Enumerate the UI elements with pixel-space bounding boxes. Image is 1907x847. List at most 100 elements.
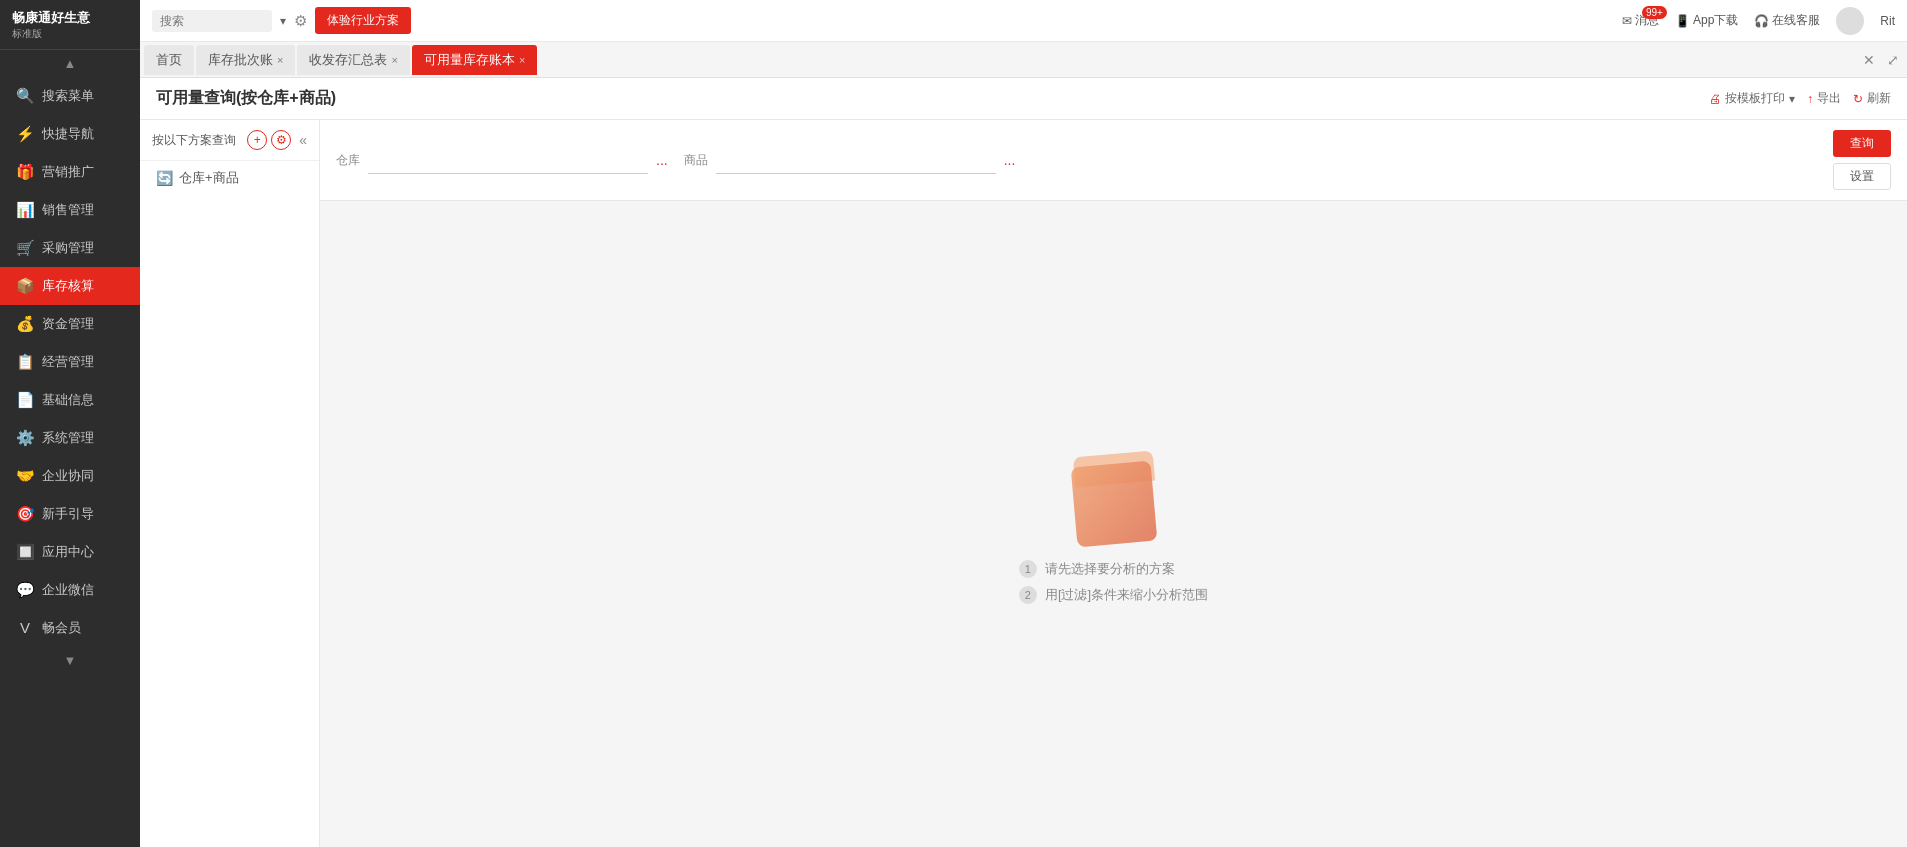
sidebar-item-finance[interactable]: 💰 资金管理 xyxy=(0,305,140,343)
tab-stock-summary-close[interactable]: × xyxy=(391,54,397,66)
print-icon: 🖨 xyxy=(1709,92,1721,106)
message-button[interactable]: ✉ 消息 99+ xyxy=(1622,12,1659,29)
empty-hint-1: 1 请先选择要分析的方案 xyxy=(1019,560,1208,578)
product-filter: 商品 ... xyxy=(684,146,1016,174)
wechat-icon: 💬 xyxy=(16,581,34,599)
sidebar-item-nav[interactable]: ⚡ 快捷导航 xyxy=(0,115,140,153)
trial-button[interactable]: 体验行业方案 xyxy=(315,7,411,34)
sidebar-scroll-up[interactable]: ▲ xyxy=(0,50,140,77)
refresh-button[interactable]: ↻ 刷新 xyxy=(1853,90,1891,107)
left-panel-header: 按以下方案查询 + ⚙ « xyxy=(140,120,319,161)
add-scheme-button[interactable]: + xyxy=(247,130,267,150)
sidebar-item-label: 系统管理 xyxy=(42,429,94,447)
tab-available-inventory[interactable]: 可用量库存账本 × xyxy=(412,45,537,75)
sidebar-item-label: 新手引导 xyxy=(42,505,94,523)
filter-row: 仓库 ... 商品 ... 查询 设置 xyxy=(320,120,1907,201)
sidebar-item-label: 销售管理 xyxy=(42,201,94,219)
sidebar-logo: 畅康通好生意 标准版 xyxy=(0,0,140,50)
hint-text-1: 请先选择要分析的方案 xyxy=(1045,560,1175,578)
warehouse-more-icon[interactable]: ... xyxy=(656,152,668,168)
sidebar-scroll: ▲ 🔍 搜索菜单 ⚡ 快捷导航 🎁 营销推广 📊 销售管理 🛒 采购管理 📦 库… xyxy=(0,50,140,847)
settings-scheme-button[interactable]: ⚙ xyxy=(271,130,291,150)
page-title: 可用量查询(按仓库+商品) xyxy=(156,88,336,109)
sidebar-item-management[interactable]: 📋 经营管理 xyxy=(0,343,140,381)
topbar-right: ✉ 消息 99+ 📱 App下载 🎧 在线客服 Rit xyxy=(1622,7,1895,35)
content-area: 按以下方案查询 + ⚙ « 🔄 仓库+商品 仓库 ... xyxy=(140,120,1907,847)
hint-text-2: 用[过滤]条件来缩小分析范围 xyxy=(1045,586,1208,604)
export-button[interactable]: ↑ 导出 xyxy=(1807,90,1841,107)
sidebar-item-marketing[interactable]: 🎁 营销推广 xyxy=(0,153,140,191)
maximize-window-icon[interactable]: ⤢ xyxy=(1883,50,1903,70)
mobile-icon: 📱 xyxy=(1675,14,1690,28)
query-button[interactable]: 查询 xyxy=(1833,130,1891,157)
sidebar-item-inventory[interactable]: 📦 库存核算 xyxy=(0,267,140,305)
print-button[interactable]: 🖨 按模板打印 ▾ xyxy=(1709,90,1795,107)
product-input[interactable] xyxy=(716,146,996,174)
close-window-icon[interactable]: ✕ xyxy=(1859,50,1879,70)
tabs-bar: 首页 库存批次账 × 收发存汇总表 × 可用量库存账本 × ✕ ⤢ xyxy=(140,42,1907,78)
cart-icon: 🛒 xyxy=(16,239,34,257)
tab-inventory-batch-close[interactable]: × xyxy=(277,54,283,66)
left-panel-title: 按以下方案查询 xyxy=(152,132,239,149)
sidebar-scroll-down[interactable]: ▼ xyxy=(0,647,140,674)
sidebar-item-basics[interactable]: 📄 基础信息 xyxy=(0,381,140,419)
page-header-actions: 🖨 按模板打印 ▾ ↑ 导出 ↻ 刷新 xyxy=(1709,90,1891,107)
filter-settings-button[interactable]: 设置 xyxy=(1833,163,1891,190)
box-icon: 📦 xyxy=(16,277,34,295)
sidebar-item-purchase[interactable]: 🛒 采购管理 xyxy=(0,229,140,267)
avatar[interactable] xyxy=(1836,7,1864,35)
tab-inventory-batch[interactable]: 库存批次账 × xyxy=(196,45,295,75)
online-service-button[interactable]: 🎧 在线客服 xyxy=(1754,12,1820,29)
sidebar-item-wechat[interactable]: 💬 企业微信 xyxy=(0,571,140,609)
dropdown-arrow[interactable]: ▾ xyxy=(280,14,286,28)
settings-icon[interactable]: ⚙ xyxy=(294,12,307,30)
sidebar-item-guide[interactable]: 🎯 新手引导 xyxy=(0,495,140,533)
gift-icon: 🎁 xyxy=(16,163,34,181)
scheme-item-warehouse-product[interactable]: 🔄 仓库+商品 xyxy=(140,161,319,195)
search-input[interactable] xyxy=(152,10,272,32)
vip-icon: V xyxy=(16,619,34,636)
warehouse-input[interactable] xyxy=(368,146,648,174)
search-menu-icon: 🔍 xyxy=(16,87,34,105)
username-label[interactable]: Rit xyxy=(1880,14,1895,28)
sidebar-item-sales[interactable]: 📊 销售管理 xyxy=(0,191,140,229)
sidebar-item-label: 企业微信 xyxy=(42,581,94,599)
app-title: 畅康通好生意 xyxy=(12,10,128,27)
app-download-button[interactable]: 📱 App下载 xyxy=(1675,12,1738,29)
sidebar-item-search[interactable]: 🔍 搜索菜单 xyxy=(0,77,140,115)
online-service-label: 在线客服 xyxy=(1772,12,1820,29)
sidebar-item-label: 畅会员 xyxy=(42,619,81,637)
sidebar-item-label: 资金管理 xyxy=(42,315,94,333)
scheme-icon: 🔄 xyxy=(156,170,173,186)
collapse-panel-button[interactable]: « xyxy=(299,132,307,148)
print-dropdown[interactable]: ▾ xyxy=(1789,92,1795,106)
hint-num-1: 1 xyxy=(1019,560,1037,578)
nav-icon: ⚡ xyxy=(16,125,34,143)
app-download-label: App下载 xyxy=(1693,12,1738,29)
topbar: ▾ ⚙ 体验行业方案 ✉ 消息 99+ 📱 App下载 🎧 在线客服 Rit xyxy=(140,0,1907,42)
scheme-item-label: 仓库+商品 xyxy=(179,169,239,187)
sidebar-item-apps[interactable]: 🔲 应用中心 xyxy=(0,533,140,571)
sidebar-item-label: 应用中心 xyxy=(42,543,94,561)
export-icon: ↑ xyxy=(1807,92,1813,106)
tab-home[interactable]: 首页 xyxy=(144,45,194,75)
tab-stock-summary[interactable]: 收发存汇总表 × xyxy=(297,45,409,75)
tab-home-label: 首页 xyxy=(156,51,182,69)
sidebar-item-label: 经营管理 xyxy=(42,353,94,371)
filter-actions: 查询 设置 xyxy=(1833,130,1891,190)
sidebar-item-label: 库存核算 xyxy=(42,277,94,295)
tab-stock-summary-label: 收发存汇总表 xyxy=(309,51,387,69)
money-icon: 💰 xyxy=(16,315,34,333)
handshake-icon: 🤝 xyxy=(16,467,34,485)
hint-num-2: 2 xyxy=(1019,586,1037,604)
sidebar-item-cooperation[interactable]: 🤝 企业协同 xyxy=(0,457,140,495)
sidebar-item-system[interactable]: ⚙️ 系统管理 xyxy=(0,419,140,457)
target-icon: 🎯 xyxy=(16,505,34,523)
empty-state: 1 请先选择要分析的方案 2 用[过滤]条件来缩小分析范围 xyxy=(320,201,1907,847)
empty-hints: 1 请先选择要分析的方案 2 用[过滤]条件来缩小分析范围 xyxy=(1019,560,1208,604)
product-more-icon[interactable]: ... xyxy=(1004,152,1016,168)
tab-available-inventory-close[interactable]: × xyxy=(519,54,525,66)
sidebar-item-members[interactable]: V 畅会员 xyxy=(0,609,140,647)
empty-hint-2: 2 用[过滤]条件来缩小分析范围 xyxy=(1019,586,1208,604)
app-subtitle: 标准版 xyxy=(12,27,128,41)
